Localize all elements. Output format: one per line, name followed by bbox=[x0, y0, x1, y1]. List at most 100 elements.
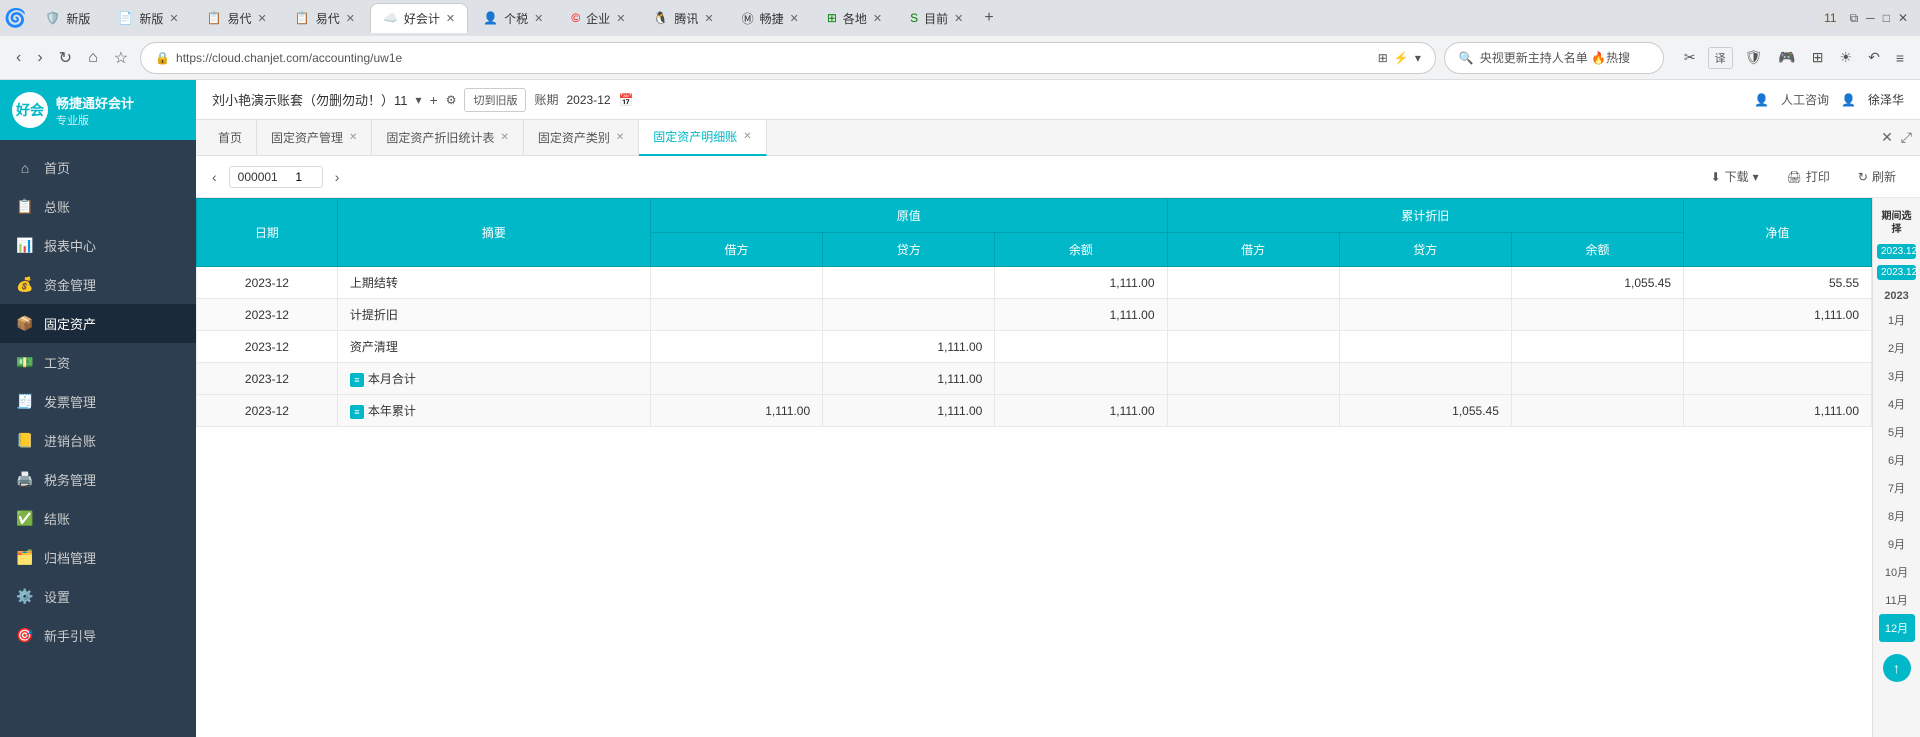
layout-btn[interactable]: ⊞ bbox=[1808, 45, 1828, 70]
period-item-2月[interactable]: 2月 bbox=[1879, 334, 1915, 362]
browser-tab-7[interactable]: 🐧 腾讯 ✕ bbox=[640, 3, 726, 33]
tab-asset-category[interactable]: 固定资产类别 ✕ bbox=[524, 120, 639, 156]
scissors-btn[interactable]: ✂ bbox=[1680, 45, 1700, 70]
sidebar-item-guide[interactable]: 🎯 新手引导 bbox=[0, 616, 196, 655]
tab-close-3[interactable]: ✕ bbox=[346, 12, 355, 25]
sidebar-item-fixed-assets[interactable]: 📦 固定资产 bbox=[0, 304, 196, 343]
browser-tab-2[interactable]: 📋 易代 ✕ bbox=[194, 3, 280, 33]
browser-tab-0[interactable]: 🛡️ 新版 bbox=[32, 3, 103, 33]
dropdown-icon[interactable]: ▾ bbox=[1415, 51, 1421, 65]
tab-close-asset-category[interactable]: ✕ bbox=[616, 132, 624, 143]
tab-asset-detail[interactable]: 固定资产明细账 ✕ bbox=[639, 120, 766, 156]
download-btn[interactable]: ⬇ 下载 ▾ bbox=[1703, 164, 1767, 189]
tab-close-depreciation-stats[interactable]: ✕ bbox=[500, 132, 508, 143]
period-item-11月[interactable]: 11月 bbox=[1879, 586, 1915, 614]
print-btn[interactable]: 🖨 打印 bbox=[1779, 164, 1838, 189]
tab-close-10[interactable]: ✕ bbox=[954, 12, 963, 25]
period-value: 2023-12 bbox=[567, 93, 611, 107]
period-item-10月[interactable]: 10月 bbox=[1879, 558, 1915, 586]
prev-record-btn[interactable]: ‹ bbox=[212, 169, 217, 185]
tab-depreciation-stats[interactable]: 固定资产折旧统计表 ✕ bbox=[372, 120, 523, 156]
sidebar-item-archive[interactable]: 🗂️ 归档管理 bbox=[0, 538, 196, 577]
tab-close-1[interactable]: ✕ bbox=[169, 12, 178, 25]
tab-label-4: 好会计 bbox=[404, 10, 440, 27]
period-item-6月[interactable]: 6月 bbox=[1879, 446, 1915, 474]
maximize-tab-btn[interactable]: ⤢ bbox=[1901, 129, 1912, 146]
new-tab-button[interactable]: + bbox=[978, 9, 999, 27]
cell-dep-balance bbox=[1511, 299, 1683, 331]
tab-close-6[interactable]: ✕ bbox=[616, 12, 625, 25]
home-button[interactable]: ⌂ bbox=[84, 45, 102, 71]
close-current-tab-btn[interactable]: ✕ bbox=[1881, 129, 1893, 146]
minimize-btn[interactable]: ─ bbox=[1866, 11, 1875, 25]
tab-close-5[interactable]: ✕ bbox=[534, 12, 543, 25]
period-item-12月[interactable]: 12月 bbox=[1879, 614, 1915, 642]
period-item-1月[interactable]: 1月 bbox=[1879, 306, 1915, 334]
refresh-btn[interactable]: ↻ 刷新 bbox=[1850, 164, 1904, 189]
windows-icon[interactable]: ⧉ bbox=[1850, 11, 1859, 26]
period-item-3月[interactable]: 3月 bbox=[1879, 362, 1915, 390]
browser-tab-8[interactable]: Ⓜ 畅捷 ✕ bbox=[729, 3, 812, 33]
bookmark-button[interactable]: ☆ bbox=[110, 44, 132, 72]
header-dropdown-icon[interactable]: ▾ bbox=[416, 93, 422, 107]
period-item-4月[interactable]: 4月 bbox=[1879, 390, 1915, 418]
add-company-btn[interactable]: + bbox=[430, 92, 438, 108]
period-item-7月[interactable]: 7月 bbox=[1879, 474, 1915, 502]
th-original-value: 原值 bbox=[650, 199, 1167, 233]
browser-tab-3[interactable]: 📋 易代 ✕ bbox=[282, 3, 368, 33]
sidebar-label-salary: 工资 bbox=[44, 353, 70, 372]
history-btn[interactable]: ↶ bbox=[1864, 45, 1884, 70]
refresh-button[interactable]: ↻ bbox=[55, 44, 76, 72]
settings-small-icon[interactable]: ⚙ bbox=[446, 93, 457, 107]
sidebar-item-tax[interactable]: 🖨️ 税务管理 bbox=[0, 460, 196, 499]
browser-tab-4[interactable]: ☁️ 好会计 ✕ bbox=[370, 3, 468, 33]
browser-tab-5[interactable]: 👤 个税 ✕ bbox=[470, 3, 556, 33]
menu-btn[interactable]: ≡ bbox=[1892, 46, 1908, 70]
forward-button[interactable]: › bbox=[33, 45, 46, 71]
browser-tab-1[interactable]: 📄 新版 ✕ bbox=[105, 3, 191, 33]
sidebar-item-checkout[interactable]: ✅ 结账 bbox=[0, 499, 196, 538]
theme-btn[interactable]: ☀ bbox=[1836, 45, 1857, 70]
tab-close-4[interactable]: ✕ bbox=[446, 12, 455, 25]
period-item-9月[interactable]: 9月 bbox=[1879, 530, 1915, 558]
sidebar-item-settings[interactable]: ⚙️ 设置 bbox=[0, 577, 196, 616]
record-number-input[interactable] bbox=[284, 170, 314, 184]
tab-home[interactable]: 首页 bbox=[204, 120, 257, 156]
calendar-icon[interactable]: 📅 bbox=[619, 93, 634, 107]
table-row: 2023-12 资产清理 1,111.00 bbox=[197, 331, 1872, 363]
tab-close-8[interactable]: ✕ bbox=[790, 12, 799, 25]
tab-close-7[interactable]: ✕ bbox=[704, 12, 713, 25]
sidebar-item-funds[interactable]: 💰 资金管理 bbox=[0, 265, 196, 304]
tab-fixed-assets-mgmt[interactable]: 固定资产管理 ✕ bbox=[257, 120, 372, 156]
sidebar-item-salary[interactable]: 💵 工资 bbox=[0, 343, 196, 382]
lock-icon: 🔒 bbox=[155, 51, 170, 65]
browser-tab-9[interactable]: ⊞ 各地 ✕ bbox=[814, 3, 895, 33]
sidebar-item-home[interactable]: ⌂ 首页 bbox=[0, 148, 196, 187]
sidebar-item-ledger[interactable]: 📋 总账 bbox=[0, 187, 196, 226]
tab-close-fixed-assets-mgmt[interactable]: ✕ bbox=[349, 132, 357, 143]
period-item-5月[interactable]: 5月 bbox=[1879, 418, 1915, 446]
address-bar[interactable]: 🔒 https://cloud.chanjet.com/accounting/u… bbox=[140, 42, 1436, 74]
search-bar[interactable]: 🔍 央视更新主持人名单 🔥热搜 bbox=[1444, 42, 1664, 74]
back-button[interactable]: ‹ bbox=[12, 45, 25, 71]
shield-btn[interactable]: 🛡 bbox=[1741, 45, 1767, 70]
version-switch-button[interactable]: 切到旧版 bbox=[464, 88, 526, 112]
tab-close-9[interactable]: ✕ bbox=[873, 12, 882, 25]
browser-tab-6[interactable]: © 企业 ✕ bbox=[558, 3, 638, 33]
browser-tab-10[interactable]: S 目前 ✕ bbox=[897, 3, 976, 33]
home-icon: ⌂ bbox=[16, 160, 34, 176]
download-dropdown-icon[interactable]: ▾ bbox=[1753, 170, 1759, 184]
support-text[interactable]: 人工咨询 bbox=[1781, 91, 1829, 108]
close-btn[interactable]: ✕ bbox=[1898, 11, 1908, 25]
sidebar-item-purchase-sales[interactable]: 📒 进销台账 bbox=[0, 421, 196, 460]
tab-close-asset-detail[interactable]: ✕ bbox=[743, 131, 751, 142]
next-record-btn[interactable]: › bbox=[335, 169, 340, 185]
game-btn[interactable]: 🎮 bbox=[1774, 45, 1799, 70]
tab-close-2[interactable]: ✕ bbox=[258, 12, 267, 25]
scroll-to-top-btn[interactable]: ↑ bbox=[1883, 654, 1911, 682]
sidebar-item-reports[interactable]: 📊 报表中心 bbox=[0, 226, 196, 265]
period-item-8月[interactable]: 8月 bbox=[1879, 502, 1915, 530]
maximize-btn[interactable]: □ bbox=[1883, 11, 1890, 25]
translate-btn[interactable]: 译 bbox=[1708, 47, 1733, 69]
sidebar-item-invoice[interactable]: 🧾 发票管理 bbox=[0, 382, 196, 421]
